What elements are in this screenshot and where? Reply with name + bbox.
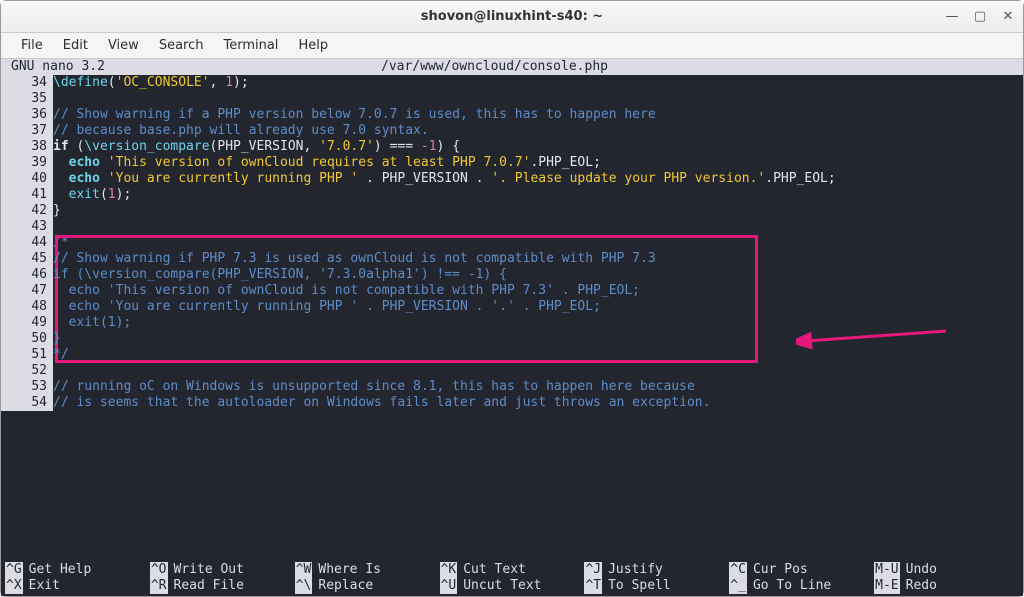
line-number: 40 (1, 171, 53, 187)
line-number: 39 (1, 155, 53, 171)
shortcut-to-spell: ^TTo Spell (584, 578, 729, 594)
line-number: 48 (1, 299, 53, 315)
code-line: 42} (1, 203, 1023, 219)
menu-edit[interactable]: Edit (53, 35, 98, 56)
menu-file[interactable]: File (11, 35, 53, 56)
shortcut-replace: ^\Replace (295, 578, 440, 594)
code-line: 54// is seems that the autoloader on Win… (1, 395, 1023, 411)
line-number: 44 (1, 235, 53, 251)
window-title: shovon@linuxhint-s40: ~ (1, 9, 1023, 24)
window-controls: — ▢ ✕ (945, 10, 1015, 24)
nano-shortcut-bar: ^GGet Help ^OWrite Out ^WWhere Is ^KCut … (1, 562, 1023, 596)
line-number: 54 (1, 395, 53, 411)
shortcut-go-to-line: ^_Go To Line (729, 578, 874, 594)
code-line: 44/* (1, 235, 1023, 251)
code-line: 49 exit(1); (1, 315, 1023, 331)
code-line: 47 echo 'This version of ownCloud is not… (1, 283, 1023, 299)
line-number: 41 (1, 187, 53, 203)
code-line: 41 exit(1); (1, 187, 1023, 203)
line-number: 51 (1, 347, 53, 363)
shortcut-exit: ^XExit (5, 578, 150, 594)
shortcut-redo: M-ERedo (874, 578, 1019, 594)
line-number: 43 (1, 219, 53, 235)
code-line: 43 (1, 219, 1023, 235)
line-number: 42 (1, 203, 53, 219)
code-line: 34\define('OC_CONSOLE', 1); (1, 75, 1023, 91)
code-line: 37// because base.php will already use 7… (1, 123, 1023, 139)
code-line: 45// Show warning if PHP 7.3 is used as … (1, 251, 1023, 267)
shortcut-where-is: ^WWhere Is (295, 562, 440, 578)
menu-search[interactable]: Search (149, 35, 214, 56)
line-number: 46 (1, 267, 53, 283)
line-number: 50 (1, 331, 53, 347)
code-line: 35 (1, 91, 1023, 107)
code-line: 51*/ (1, 347, 1023, 363)
code-line: 39 echo 'This version of ownCloud requir… (1, 155, 1023, 171)
code-line: 36// Show warning if a PHP version below… (1, 107, 1023, 123)
code-area[interactable]: 34\define('OC_CONSOLE', 1); 35 36// Show… (1, 75, 1023, 411)
menu-help[interactable]: Help (288, 35, 338, 56)
editor-name: GNU nano 3.2 (11, 59, 381, 75)
code-line: 53// running oC on Windows is unsupporte… (1, 379, 1023, 395)
maximize-icon[interactable]: ▢ (973, 10, 987, 24)
code-line: 48 echo 'You are currently running PHP '… (1, 299, 1023, 315)
shortcut-cut-text: ^KCut Text (440, 562, 585, 578)
line-number: 52 (1, 363, 53, 379)
code-line: 38if (\version_compare(PHP_VERSION, '7.0… (1, 139, 1023, 155)
line-number: 38 (1, 139, 53, 155)
code-line: 50} (1, 331, 1023, 347)
file-path: /var/www/owncloud/console.php (381, 59, 1017, 75)
shortcut-write-out: ^OWrite Out (150, 562, 295, 578)
shortcut-justify: ^JJustify (584, 562, 729, 578)
menu-terminal[interactable]: Terminal (213, 35, 288, 56)
minimize-icon[interactable]: — (945, 10, 959, 24)
shortcut-row: ^XExit ^RRead File ^\Replace ^UUncut Tex… (5, 578, 1019, 594)
code-line: 46if (\version_compare(PHP_VERSION, '7.3… (1, 267, 1023, 283)
close-icon[interactable]: ✕ (1001, 10, 1015, 24)
shortcut-read-file: ^RRead File (150, 578, 295, 594)
line-number: 47 (1, 283, 53, 299)
line-number: 53 (1, 379, 53, 395)
code-line: 52 (1, 363, 1023, 379)
menu-view[interactable]: View (98, 35, 149, 56)
window-titlebar: shovon@linuxhint-s40: ~ — ▢ ✕ (1, 1, 1023, 33)
line-number: 34 (1, 75, 53, 91)
shortcut-undo: M-UUndo (874, 562, 1019, 578)
nano-header: GNU nano 3.2 /var/www/owncloud/console.p… (1, 59, 1023, 75)
line-number: 37 (1, 123, 53, 139)
code-line: 40 echo 'You are currently running PHP '… (1, 171, 1023, 187)
terminal-area[interactable]: GNU nano 3.2 /var/www/owncloud/console.p… (1, 59, 1023, 596)
line-number: 36 (1, 107, 53, 123)
shortcut-cur-pos: ^CCur Pos (729, 562, 874, 578)
line-number: 35 (1, 91, 53, 107)
menubar: File Edit View Search Terminal Help (1, 33, 1023, 59)
shortcut-row: ^GGet Help ^OWrite Out ^WWhere Is ^KCut … (5, 562, 1019, 578)
line-number: 49 (1, 315, 53, 331)
shortcut-get-help: ^GGet Help (5, 562, 150, 578)
line-number: 45 (1, 251, 53, 267)
shortcut-uncut-text: ^UUncut Text (440, 578, 585, 594)
